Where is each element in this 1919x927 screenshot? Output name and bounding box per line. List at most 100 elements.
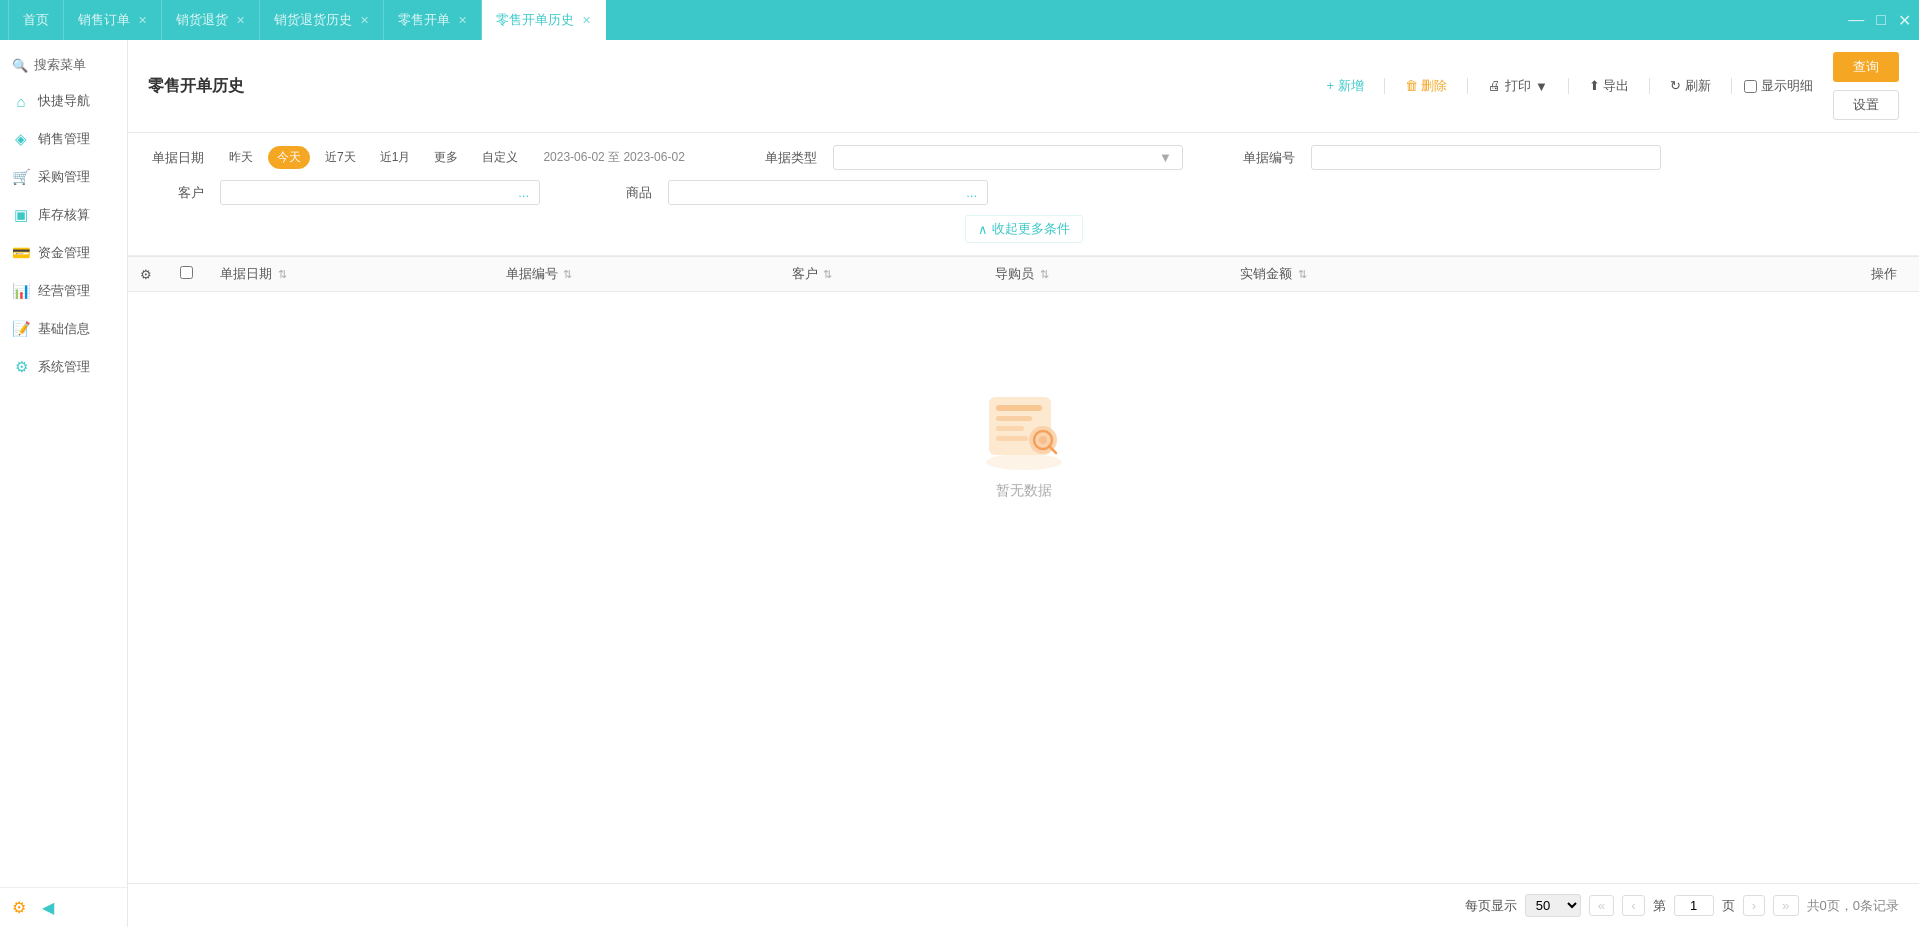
close-btn[interactable]: ✕ <box>1898 11 1911 30</box>
tab-retail-open-close[interactable]: ✕ <box>458 14 467 27</box>
th-customer-sort-icon[interactable]: ⇅ <box>823 268 832 280</box>
sidebar-item-sales-mgmt[interactable]: ◈ 销售管理 <box>0 120 127 158</box>
sidebar-item-operations[interactable]: 📊 经营管理 <box>0 272 127 310</box>
sidebar-bottom: ⚙ ◀ <box>0 887 127 927</box>
add-button[interactable]: + 新增 <box>1318 73 1371 99</box>
sidebar-item-system-mgmt[interactable]: ⚙ 系统管理 <box>0 348 127 386</box>
export-button[interactable]: ⬆ 导出 <box>1581 73 1638 99</box>
bill-type-select[interactable]: ▼ <box>833 145 1183 170</box>
customer-select[interactable]: ... <box>220 180 540 205</box>
tab-sales-return[interactable]: 销货退货 ✕ <box>162 0 260 40</box>
next-page-btn[interactable]: › <box>1743 895 1765 916</box>
select-all-checkbox[interactable] <box>180 266 193 279</box>
th-amount-sort-icon[interactable]: ⇅ <box>1298 268 1307 280</box>
th-customer-label: 客户 <box>792 266 818 281</box>
table-wrapper: ⚙ 单据日期 ⇅ 单据编号 ⇅ <box>128 256 1919 883</box>
sidebar-item-sales-mgmt-label: 销售管理 <box>38 130 90 148</box>
bill-no-input[interactable] <box>1311 145 1661 170</box>
delete-button[interactable]: 🗑 删除 <box>1397 73 1456 99</box>
empty-text: 暂无数据 <box>996 482 1052 500</box>
page-total: 共0页，0条记录 <box>1807 897 1899 915</box>
page-number-input[interactable] <box>1674 895 1714 916</box>
page-size-label: 每页显示 <box>1465 897 1517 915</box>
date-btn-yesterday[interactable]: 昨天 <box>220 146 262 169</box>
column-settings-icon[interactable]: ⚙ <box>140 267 152 282</box>
page-header-top: 零售开单历史 + 新增 🗑 删除 🖨 打印 ▼ ⬆ 导出 ↻ 刷新 <box>148 52 1899 120</box>
th-bill-no-sort-icon[interactable]: ⇅ <box>563 268 572 280</box>
date-btn-last-month[interactable]: 近1月 <box>371 146 420 169</box>
svg-rect-3 <box>996 416 1032 421</box>
page-label-pre: 第 <box>1653 897 1666 915</box>
sidebar-item-finance-label: 资金管理 <box>38 244 90 262</box>
product-ellipsis-btn[interactable]: ... <box>966 185 977 200</box>
tab-retail-open-history-close[interactable]: ✕ <box>582 14 591 27</box>
print-label: 🖨 打印 <box>1488 77 1531 95</box>
empty-illustration <box>969 372 1079 482</box>
sidebar-item-basic-info[interactable]: 📝 基础信息 <box>0 310 127 348</box>
tab-home[interactable]: 首页 <box>8 0 64 40</box>
print-button[interactable]: 🖨 打印 ▼ <box>1480 73 1556 99</box>
th-date-sort-icon[interactable]: ⇅ <box>278 268 287 280</box>
system-icon: ⚙ <box>12 358 30 376</box>
purchase-icon: 🛒 <box>12 168 30 186</box>
date-btn-today[interactable]: 今天 <box>268 146 310 169</box>
last-page-btn[interactable]: » <box>1773 895 1798 916</box>
sidebar-settings-icon[interactable]: ⚙ <box>12 898 26 917</box>
print-arrow-icon: ▼ <box>1535 79 1548 94</box>
query-button[interactable]: 查询 <box>1833 52 1899 82</box>
sidebar-item-system-mgmt-label: 系统管理 <box>38 358 90 376</box>
sidebar-item-quick-nav[interactable]: ⌂ 快捷导航 <box>0 82 127 120</box>
tab-sales-order[interactable]: 销售订单 ✕ <box>64 0 162 40</box>
bill-type-arrow-icon: ▼ <box>1159 150 1172 165</box>
sep3 <box>1568 78 1569 94</box>
customer-ellipsis-btn[interactable]: ... <box>518 185 529 200</box>
first-page-btn[interactable]: « <box>1589 895 1614 916</box>
sidebar-item-purchase-mgmt-label: 采购管理 <box>38 168 90 186</box>
product-select[interactable]: ... <box>668 180 988 205</box>
setting-button[interactable]: 设置 <box>1833 90 1899 120</box>
tab-sales-return-label: 销货退货 <box>176 11 228 29</box>
prev-page-btn[interactable]: ‹ <box>1622 895 1644 916</box>
minimize-btn[interactable]: — <box>1848 11 1864 29</box>
table-head: ⚙ 单据日期 ⇅ 单据编号 ⇅ <box>128 257 1919 292</box>
date-btn-more[interactable]: 更多 <box>425 146 467 169</box>
th-action-label: 操作 <box>1871 266 1897 281</box>
tab-retail-open[interactable]: 零售开单 ✕ <box>384 0 482 40</box>
page-label: 页 <box>1722 897 1735 915</box>
date-btn-last7[interactable]: 近7天 <box>316 146 365 169</box>
tab-home-label: 首页 <box>23 11 49 29</box>
sidebar-item-inventory[interactable]: ▣ 库存核算 <box>0 196 127 234</box>
search-icon: 🔍 <box>12 58 28 73</box>
tab-sales-return-history[interactable]: 销货退货历史 ✕ <box>260 0 384 40</box>
th-amount-label: 实销金额 <box>1240 266 1292 281</box>
sidebar-search[interactable]: 🔍 搜索菜单 <box>0 48 127 82</box>
collapse-label: 收起更多条件 <box>992 220 1070 238</box>
th-guide-label: 导购员 <box>995 266 1034 281</box>
th-settings: ⚙ <box>128 257 168 292</box>
tab-sales-return-history-close[interactable]: ✕ <box>360 14 369 27</box>
tab-retail-open-history-label: 零售开单历史 <box>496 11 574 29</box>
filter-row-1: 单据日期 昨天 今天 近7天 近1月 更多 自定义 2023-06-02 至 2… <box>148 145 1899 170</box>
tab-sales-return-close[interactable]: ✕ <box>236 14 245 27</box>
tab-sales-order-close[interactable]: ✕ <box>138 14 147 27</box>
th-checkbox <box>168 257 208 292</box>
tab-retail-open-history[interactable]: 零售开单历史 ✕ <box>482 0 606 40</box>
th-guide-sort-icon[interactable]: ⇅ <box>1040 268 1049 280</box>
display-detail-checkbox[interactable] <box>1744 80 1757 93</box>
sidebar-collapse-icon[interactable]: ◀ <box>42 898 54 917</box>
refresh-button[interactable]: ↻ 刷新 <box>1662 73 1719 99</box>
collapse-button[interactable]: ∧ 收起更多条件 <box>965 215 1083 243</box>
th-amount: 实销金额 ⇅ <box>1228 257 1859 292</box>
date-btn-custom[interactable]: 自定义 <box>473 146 527 169</box>
collapse-up-icon: ∧ <box>978 222 988 237</box>
th-guide: 导购员 ⇅ <box>983 257 1228 292</box>
th-date: 单据日期 ⇅ <box>208 257 494 292</box>
page-size-select[interactable]: 50 10 20 100 <box>1525 894 1581 917</box>
sidebar-item-purchase-mgmt[interactable]: 🛒 采购管理 <box>0 158 127 196</box>
sep2 <box>1467 78 1468 94</box>
display-detail-toggle[interactable]: 显示明细 <box>1744 77 1813 95</box>
bill-no-label: 单据编号 <box>1239 149 1295 167</box>
th-bill-no: 单据编号 ⇅ <box>494 257 780 292</box>
maximize-btn[interactable]: □ <box>1876 11 1886 29</box>
sidebar-item-finance[interactable]: 💳 资金管理 <box>0 234 127 272</box>
